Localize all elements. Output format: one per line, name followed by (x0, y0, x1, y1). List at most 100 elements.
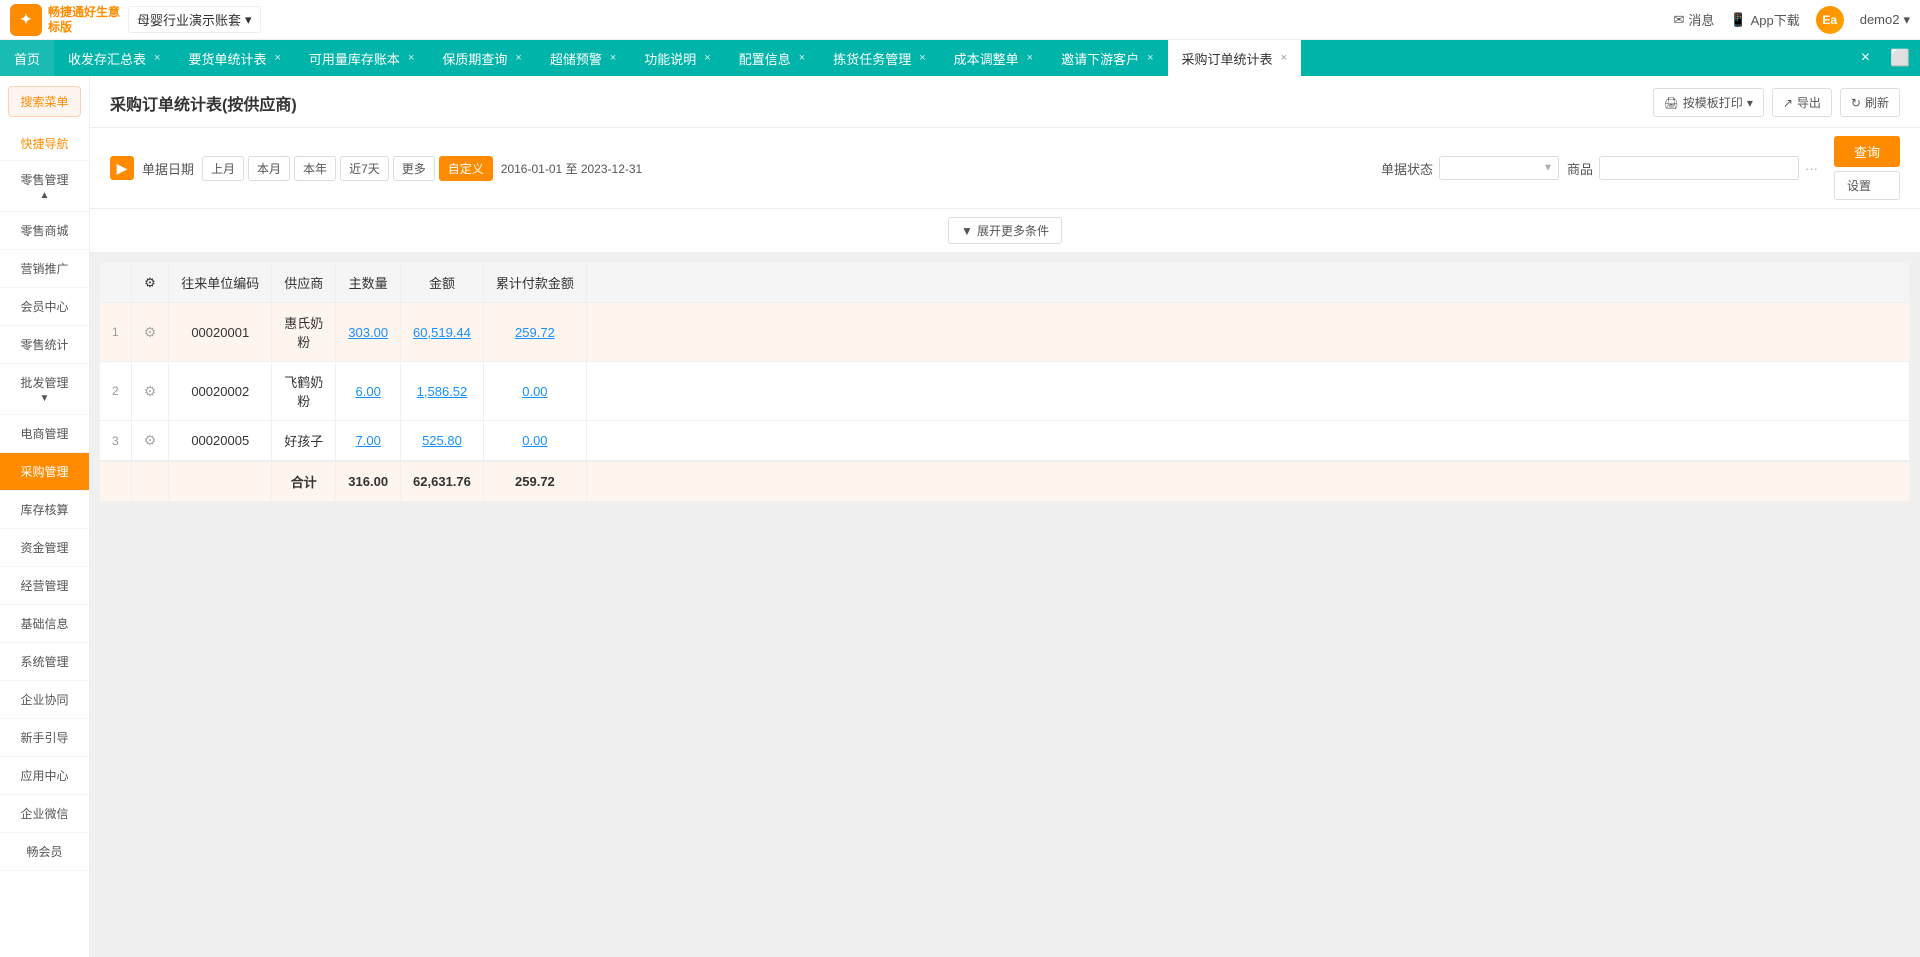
logo-text: 畅捷通好生意 标版 (48, 5, 120, 34)
app-download-btn[interactable]: 📱 App下载 (1730, 10, 1799, 29)
tab-picking-mgmt[interactable]: 拣货任务管理 × (819, 40, 939, 76)
expand-icon: ▼ (961, 224, 973, 238)
tab-cost-adjust[interactable]: 成本调整单 × (940, 40, 1047, 76)
row-spacer (586, 421, 1909, 462)
sidebar-item-member-center[interactable]: 会员中心 (0, 288, 89, 326)
page-title: 采购订单统计表(按供应商) (110, 91, 297, 115)
tab-config-info[interactable]: 配置信息 × (725, 40, 819, 76)
sidebar-item-retail-stats[interactable]: 零售统计 (0, 326, 89, 364)
goods-filter-more-icon[interactable]: ··· (1805, 161, 1818, 176)
date-btn-this-month[interactable]: 本月 (248, 156, 290, 181)
tab-close-overstock[interactable]: × (610, 52, 616, 64)
tab-close-invite[interactable]: × (1147, 52, 1153, 64)
tab-close-picking[interactable]: × (919, 52, 925, 64)
row-supplier-name: 惠氏奶粉 (272, 303, 336, 362)
sidebar-item-ecommerce[interactable]: 电商管理 (0, 415, 89, 453)
date-btn-custom[interactable]: 自定义 (439, 156, 493, 181)
refresh-btn[interactable]: ↻ 刷新 (1840, 88, 1900, 117)
sidebar-item-member-program[interactable]: 畅会员 (0, 833, 89, 871)
retail-stats-label: 零售统计 (20, 336, 68, 353)
tab-purchase-order-stats[interactable]: 采购订单统计表 × (1168, 40, 1301, 76)
export-btn[interactable]: ↗ 导出 (1772, 88, 1832, 117)
sidebar-item-system-mgmt[interactable]: 系统管理 (0, 643, 89, 681)
tab-expiry-query[interactable]: 保质期查询 × (428, 40, 535, 76)
settings-btn[interactable]: 设置 (1834, 171, 1900, 200)
row-paid-amount[interactable]: 0.00 (483, 421, 586, 462)
tab-order-stats[interactable]: 要货单统计表 × (174, 40, 294, 76)
retail-mgmt-label: 零售管理 (20, 171, 68, 188)
tab-close-config[interactable]: × (799, 52, 805, 64)
table-footer: 合计 316.00 62,631.76 259.72 (100, 461, 1910, 502)
row-quantity[interactable]: 303.00 (336, 303, 401, 362)
top-bar-left: ✦ 畅捷通好生意 标版 母婴行业演示账套 ▾ (10, 4, 261, 36)
date-btn-this-year[interactable]: 本年 (294, 156, 336, 181)
sidebar-item-retail-mgmt[interactable]: 零售管理 ▲ (0, 161, 89, 212)
sidebar-item-inventory-accounting[interactable]: 库存核算 (0, 491, 89, 529)
sidebar-item-enterprise-collab[interactable]: 企业协同 (0, 681, 89, 719)
status-select[interactable]: 待审核 已审核 已完成 (1439, 156, 1559, 180)
tab-close-order[interactable]: × (274, 52, 280, 64)
th-supplier-code: 往来单位编码 (169, 263, 272, 303)
date-filter-label: 单据日期 (142, 159, 194, 178)
filter-status-group: 单据状态 待审核 已审核 已完成 (1381, 156, 1559, 180)
sidebar-item-capital-mgmt[interactable]: 资金管理 (0, 529, 89, 567)
filter-toggle-btn[interactable]: ▶ (110, 156, 134, 180)
row-amount[interactable]: 60,519.44 (401, 303, 484, 362)
row-paid-amount[interactable]: 0.00 (483, 362, 586, 421)
row-paid-amount[interactable]: 259.72 (483, 303, 586, 362)
print-btn[interactable]: 🖨 按模板打印 ▾ (1653, 88, 1764, 117)
nav-close-btn[interactable]: × (1851, 40, 1880, 76)
search-menu-btn[interactable]: 搜索菜单 (8, 86, 81, 117)
tab-close-expiry[interactable]: × (515, 52, 521, 64)
avatar[interactable]: Ea (1816, 6, 1844, 34)
store-selector[interactable]: 母婴行业演示账套 ▾ (128, 6, 261, 33)
expand-more-btn[interactable]: ▼ 展开更多条件 (948, 217, 1062, 244)
tab-invite-downstream[interactable]: 邀请下游客户 × (1047, 40, 1167, 76)
sidebar-item-marketing[interactable]: 营销推广 (0, 250, 89, 288)
tab-inventory-book[interactable]: 可用量库存账本 × (295, 40, 428, 76)
goods-filter-input[interactable] (1599, 156, 1799, 180)
quick-nav-btn[interactable]: 快捷导航 (0, 127, 89, 161)
retail-mall-label: 零售商城 (20, 222, 68, 239)
gear-icon[interactable]: ⚙ (144, 324, 157, 340)
row-amount[interactable]: 525.80 (401, 421, 484, 462)
sidebar-item-retail-mall[interactable]: 零售商城 (0, 212, 89, 250)
th-seq (100, 263, 131, 303)
sidebar-item-app-center[interactable]: 应用中心 (0, 757, 89, 795)
wholesale-arrow-icon: ▼ (40, 393, 50, 404)
row-gear[interactable]: ⚙ (131, 303, 169, 362)
date-btn-last-month[interactable]: 上月 (202, 156, 244, 181)
message-btn[interactable]: ✉ 消息 (1673, 10, 1714, 29)
query-btn[interactable]: 查询 (1834, 136, 1900, 167)
gear-icon[interactable]: ⚙ (144, 383, 157, 399)
date-btn-7-days[interactable]: 近7天 (340, 156, 389, 181)
tab-close-cost[interactable]: × (1027, 52, 1033, 64)
sidebar-item-wholesale-mgmt[interactable]: 批发管理 ▼ (0, 364, 89, 415)
footer-summary-label: 合计 (272, 461, 336, 502)
tab-overstock-warning[interactable]: 超储预警 × (536, 40, 630, 76)
tab-function-desc[interactable]: 功能说明 × (630, 40, 724, 76)
user-name[interactable]: demo2 ▾ (1860, 12, 1910, 28)
sidebar-item-basic-info[interactable]: 基础信息 (0, 605, 89, 643)
row-quantity[interactable]: 7.00 (336, 421, 401, 462)
sidebar-item-enterprise-wechat[interactable]: 企业微信 (0, 795, 89, 833)
tab-close-function[interactable]: × (704, 52, 710, 64)
sidebar-item-beginner-guide[interactable]: 新手引导 (0, 719, 89, 757)
sidebar-item-operations-mgmt[interactable]: 经营管理 (0, 567, 89, 605)
tab-receivable-summary[interactable]: 收发存汇总表 × (54, 40, 174, 76)
tab-close-purchase[interactable]: × (1281, 52, 1287, 64)
sidebar-item-purchase-mgmt[interactable]: 采购管理 (0, 453, 89, 491)
tab-home[interactable]: 首页 (0, 40, 54, 76)
nav-maximize-btn[interactable]: ⬜ (1880, 40, 1920, 76)
tab-close-receivable[interactable]: × (154, 52, 160, 64)
date-btn-more[interactable]: 更多 (393, 156, 435, 181)
row-quantity[interactable]: 6.00 (336, 362, 401, 421)
gear-icon[interactable]: ⚙ (144, 432, 157, 448)
row-amount[interactable]: 1,586.52 (401, 362, 484, 421)
row-supplier-code: 00020001 (169, 303, 272, 362)
footer-spacer (586, 461, 1909, 502)
row-gear[interactable]: ⚙ (131, 421, 169, 462)
tab-close-inventory[interactable]: × (408, 52, 414, 64)
row-gear[interactable]: ⚙ (131, 362, 169, 421)
message-icon: ✉ (1673, 12, 1684, 28)
